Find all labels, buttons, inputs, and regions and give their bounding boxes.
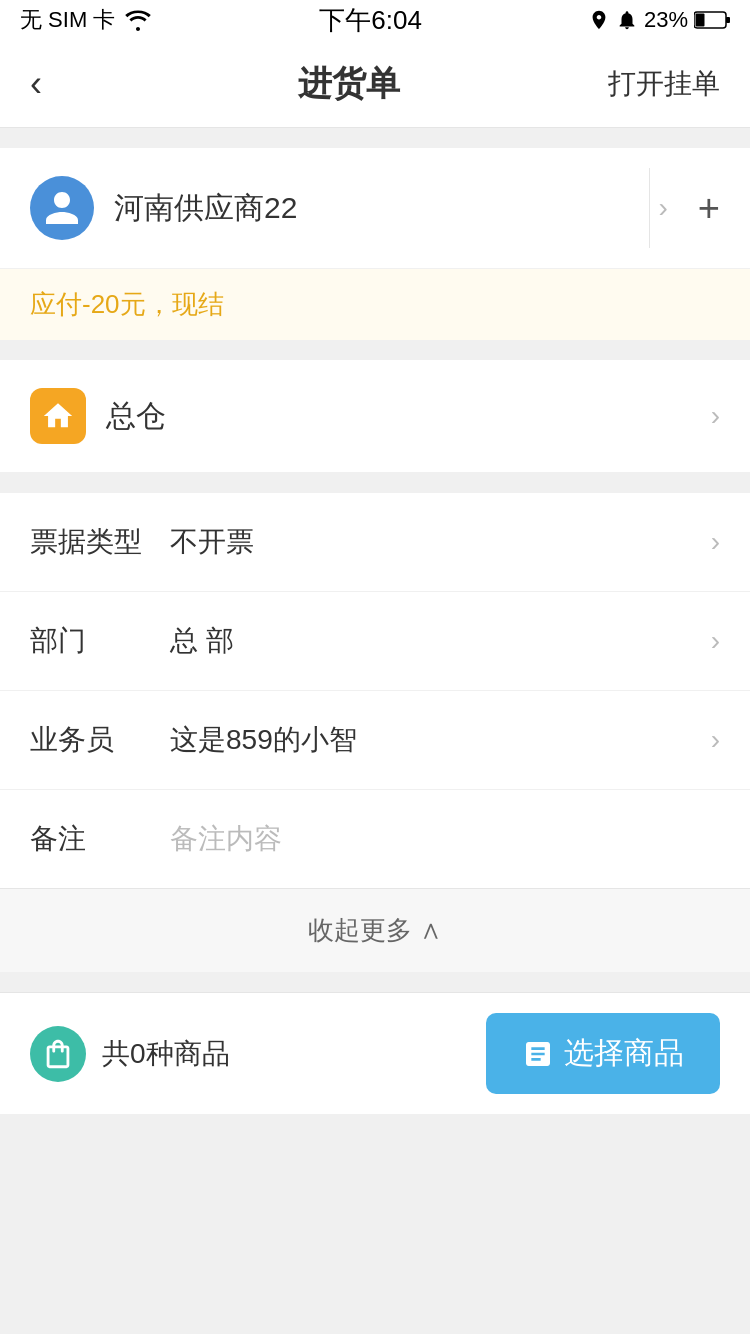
department-label: 部门: [30, 622, 170, 660]
section-gap-1: [0, 128, 750, 148]
person-icon: [42, 188, 82, 228]
warehouse-section[interactable]: 总仓 ›: [0, 360, 750, 472]
battery-text: 23%: [644, 7, 688, 33]
invoice-type-label: 票据类型: [30, 523, 170, 561]
open-pending-button[interactable]: 打开挂单: [608, 65, 720, 103]
select-product-button[interactable]: 选择商品: [486, 1013, 720, 1094]
supplier-name: 河南供应商22: [114, 188, 658, 229]
alarm-icon: [616, 9, 638, 31]
nav-bar: ‹ 进货单 打开挂单: [0, 40, 750, 128]
supplier-row[interactable]: 河南供应商22 › +: [0, 148, 750, 269]
svg-rect-2: [696, 14, 705, 27]
supplier-divider: [649, 168, 650, 248]
department-chevron-icon: ›: [711, 625, 720, 657]
supplier-avatar: [30, 176, 94, 240]
battery-icon: [694, 10, 730, 30]
department-value: 总 部: [170, 622, 711, 660]
warehouse-icon: [41, 399, 75, 433]
remark-placeholder[interactable]: 备注内容: [170, 820, 720, 858]
back-button[interactable]: ‹: [30, 63, 90, 105]
location-icon: [588, 9, 610, 31]
status-right: 23%: [588, 7, 730, 33]
remark-label: 备注: [30, 820, 170, 858]
invoice-type-chevron-icon: ›: [711, 526, 720, 558]
salesperson-chevron-icon: ›: [711, 724, 720, 756]
add-supplier-button[interactable]: +: [698, 187, 720, 230]
status-bar: 无 SIM 卡 下午6:04 23%: [0, 0, 750, 40]
status-left: 无 SIM 卡: [20, 5, 153, 35]
product-count: 共0种商品: [102, 1035, 486, 1073]
collapse-button[interactable]: 收起更多 ∧: [0, 888, 750, 972]
remark-row[interactable]: 备注 备注内容: [0, 789, 750, 888]
shopping-bag-icon: [41, 1037, 75, 1071]
warehouse-icon-wrap: [30, 388, 86, 444]
notice-text: 应付-20元，现结: [30, 289, 224, 319]
supplier-chevron-icon: ›: [658, 192, 667, 224]
invoice-type-row[interactable]: 票据类型 不开票 ›: [0, 492, 750, 591]
signal-text: 无 SIM 卡: [20, 5, 115, 35]
salesperson-value: 这是859的小智: [170, 721, 711, 759]
page-title: 进货单: [298, 61, 400, 107]
notice-banner: 应付-20元，现结: [0, 269, 750, 340]
status-time: 下午6:04: [319, 3, 422, 38]
salesperson-row[interactable]: 业务员 这是859的小智 ›: [0, 690, 750, 789]
wifi-icon: [123, 9, 153, 31]
invoice-type-value: 不开票: [170, 523, 711, 561]
select-product-icon: [522, 1038, 554, 1070]
form-section: 票据类型 不开票 › 部门 总 部 › 业务员 这是859的小智 › 备注 备注…: [0, 492, 750, 972]
select-product-label: 选择商品: [564, 1033, 684, 1074]
svg-rect-1: [726, 17, 730, 23]
supplier-section: 河南供应商22 › + 应付-20元，现结: [0, 148, 750, 340]
warehouse-name: 总仓: [106, 396, 711, 437]
section-gap-4: [0, 972, 750, 992]
warehouse-chevron-icon: ›: [711, 400, 720, 432]
section-gap-3: [0, 472, 750, 492]
bottom-bar: 共0种商品 选择商品: [0, 992, 750, 1114]
department-row[interactable]: 部门 总 部 ›: [0, 591, 750, 690]
page-remaining: [0, 1114, 750, 1334]
warehouse-row[interactable]: 总仓 ›: [0, 360, 750, 472]
salesperson-label: 业务员: [30, 721, 170, 759]
section-gap-2: [0, 340, 750, 360]
product-icon-wrap: [30, 1026, 86, 1082]
